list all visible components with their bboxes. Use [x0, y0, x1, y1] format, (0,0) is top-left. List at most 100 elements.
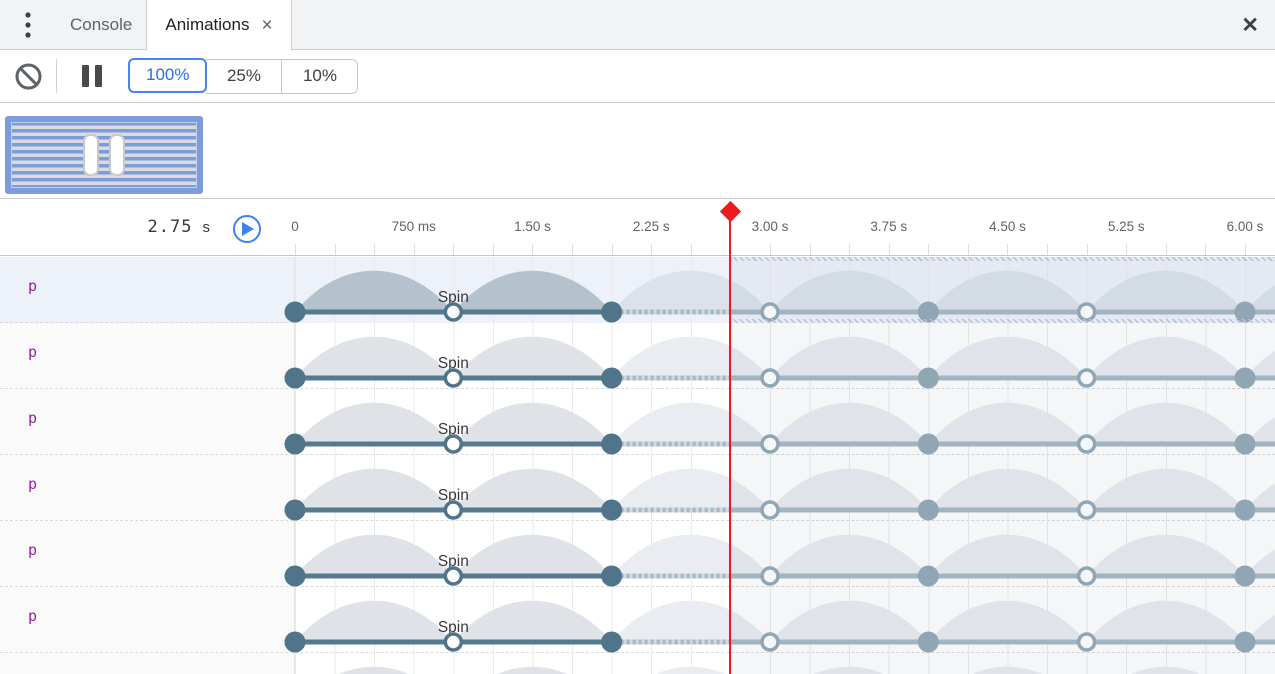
rate-button-10[interactable]: 10%: [282, 58, 359, 94]
tab-console[interactable]: Console: [56, 0, 146, 49]
keyframe-dot[interactable]: [1234, 499, 1256, 521]
keyframe-dot[interactable]: [760, 566, 780, 586]
keyframe-dot[interactable]: [917, 433, 939, 455]
animation-row[interactable]: p Spin: [0, 323, 1275, 389]
easing-curve: [295, 468, 454, 510]
kebab-menu-icon: [25, 11, 31, 38]
keyframe-dot[interactable]: [601, 565, 623, 587]
rate-button-25[interactable]: 25%: [206, 58, 283, 94]
easing-curve: [1086, 336, 1245, 378]
easing-curve: [769, 270, 929, 312]
ruler-tick-mark: [532, 244, 534, 255]
animation-row[interactable]: p Spin: [0, 389, 1275, 455]
keyframe-dot[interactable]: [1076, 500, 1097, 520]
keyframe-dot[interactable]: [601, 631, 623, 653]
easing-curve: [453, 402, 612, 444]
playhead-line[interactable]: [729, 219, 732, 674]
tab-animations[interactable]: Animations ×: [146, 0, 292, 50]
keyframe-dot[interactable]: [284, 631, 306, 653]
animation-track[interactable]: Spin: [284, 257, 1275, 323]
easing-curve: [295, 600, 454, 642]
keyframe-dot[interactable]: [443, 434, 464, 454]
easing-curve: [611, 402, 770, 444]
node-label: p: [0, 587, 295, 652]
animation-row[interactable]: pSpin: [0, 653, 1275, 674]
keyframe-dot[interactable]: [917, 631, 939, 653]
keyframe-dot[interactable]: [443, 302, 464, 322]
pause-icon: [83, 134, 125, 176]
keyframe-dot[interactable]: [1076, 632, 1097, 652]
keyframe-dot[interactable]: [1076, 566, 1097, 586]
keyframe-dot[interactable]: [1076, 368, 1097, 388]
keyframe-dot[interactable]: [443, 500, 464, 520]
keyframe-dot[interactable]: [917, 499, 939, 521]
pause-all-button[interactable]: [57, 65, 127, 87]
keyframe-dot[interactable]: [284, 565, 306, 587]
keyframe-dot[interactable]: [760, 632, 780, 652]
tab-close-icon[interactable]: ×: [259, 16, 274, 35]
animation-row[interactable]: pSpin: [0, 257, 1275, 323]
ruler-tick-label: 5.25 s: [1107, 219, 1145, 234]
node-label: p: [0, 521, 295, 586]
ruler-tick-label: 4.50 s: [989, 219, 1026, 234]
keyframe-dot[interactable]: [601, 367, 623, 389]
node-tag: p: [28, 409, 38, 427]
keyframe-dot[interactable]: [601, 499, 623, 521]
keyframe-dot[interactable]: [1076, 434, 1097, 454]
animation-track[interactable]: Spin: [284, 389, 1275, 455]
keyframe-dot[interactable]: [1076, 302, 1097, 322]
keyframe-dot[interactable]: [1234, 433, 1256, 455]
ruler-tick-mark: [295, 244, 296, 255]
keyframe-dot[interactable]: [284, 433, 306, 455]
easing-curve: [769, 600, 929, 642]
keyframe-dot[interactable]: [1234, 631, 1256, 653]
keyframe-dot[interactable]: [760, 500, 780, 520]
animation-track[interactable]: Spin: [284, 323, 1275, 389]
keyframe-dot[interactable]: [601, 301, 623, 323]
animation-track[interactable]: Spin: [284, 587, 1275, 653]
clear-all-button[interactable]: [0, 63, 56, 90]
keyframe-dot[interactable]: [760, 368, 780, 388]
animation-track[interactable]: Spin: [295, 653, 1275, 674]
animation-track[interactable]: Spin: [284, 521, 1275, 587]
keyframe-dot[interactable]: [1234, 565, 1256, 587]
keyframe-dot[interactable]: [1234, 367, 1256, 389]
easing-curve: [769, 402, 929, 444]
rate-button-100[interactable]: 100%: [128, 57, 208, 93]
ruler-tick-label: 3.00 s: [751, 219, 789, 234]
timeline-ruler[interactable]: 2.75 s 0 750 ms 1.50 s 2.25 s 3.00 s 3.75 s 4.…: [0, 199, 1275, 256]
node-tag: p: [28, 343, 38, 361]
ruler-tick-mark: [1205, 244, 1207, 255]
node-label: p: [0, 389, 295, 454]
animations-panel: Console Animations × ✕ 100%25%10% 2.75: [0, 0, 1275, 674]
block-icon: [15, 63, 41, 89]
more-options-button[interactable]: [0, 0, 56, 49]
keyframe-dot[interactable]: [1234, 301, 1256, 323]
animation-row[interactable]: pSpin: [0, 521, 1275, 587]
panel-close-icon[interactable]: ✕: [1241, 0, 1259, 50]
animation-group-previews: [0, 103, 1275, 199]
keyframe-dot[interactable]: [760, 434, 780, 454]
keyframe-dot[interactable]: [917, 367, 939, 389]
keyframe-dot[interactable]: [284, 367, 306, 389]
keyframe-dot[interactable]: [443, 566, 464, 586]
keyframe-dot[interactable]: [760, 302, 780, 322]
ruler-tick-mark: [809, 244, 811, 255]
keyframe-dot[interactable]: [284, 499, 306, 521]
animation-row[interactable]: pSpin: [0, 455, 1275, 521]
easing-curve: [1245, 667, 1275, 674]
keyframe-dot[interactable]: [284, 301, 306, 323]
keyframe-dot[interactable]: [443, 632, 464, 652]
replay-button[interactable]: [233, 215, 261, 243]
keyframe-dot[interactable]: [917, 565, 939, 587]
easing-curve: [453, 600, 612, 642]
easing-curve: [1086, 468, 1245, 510]
ruler-tick-mark: [769, 244, 771, 255]
keyframe-dot[interactable]: [601, 433, 623, 455]
keyframe-dot[interactable]: [917, 301, 939, 323]
animation-row[interactable]: pSpin: [0, 587, 1275, 653]
easing-curve: [769, 468, 929, 510]
animation-group-preview[interactable]: [5, 116, 203, 194]
animation-track[interactable]: Spin: [284, 455, 1275, 521]
keyframe-dot[interactable]: [443, 368, 464, 388]
